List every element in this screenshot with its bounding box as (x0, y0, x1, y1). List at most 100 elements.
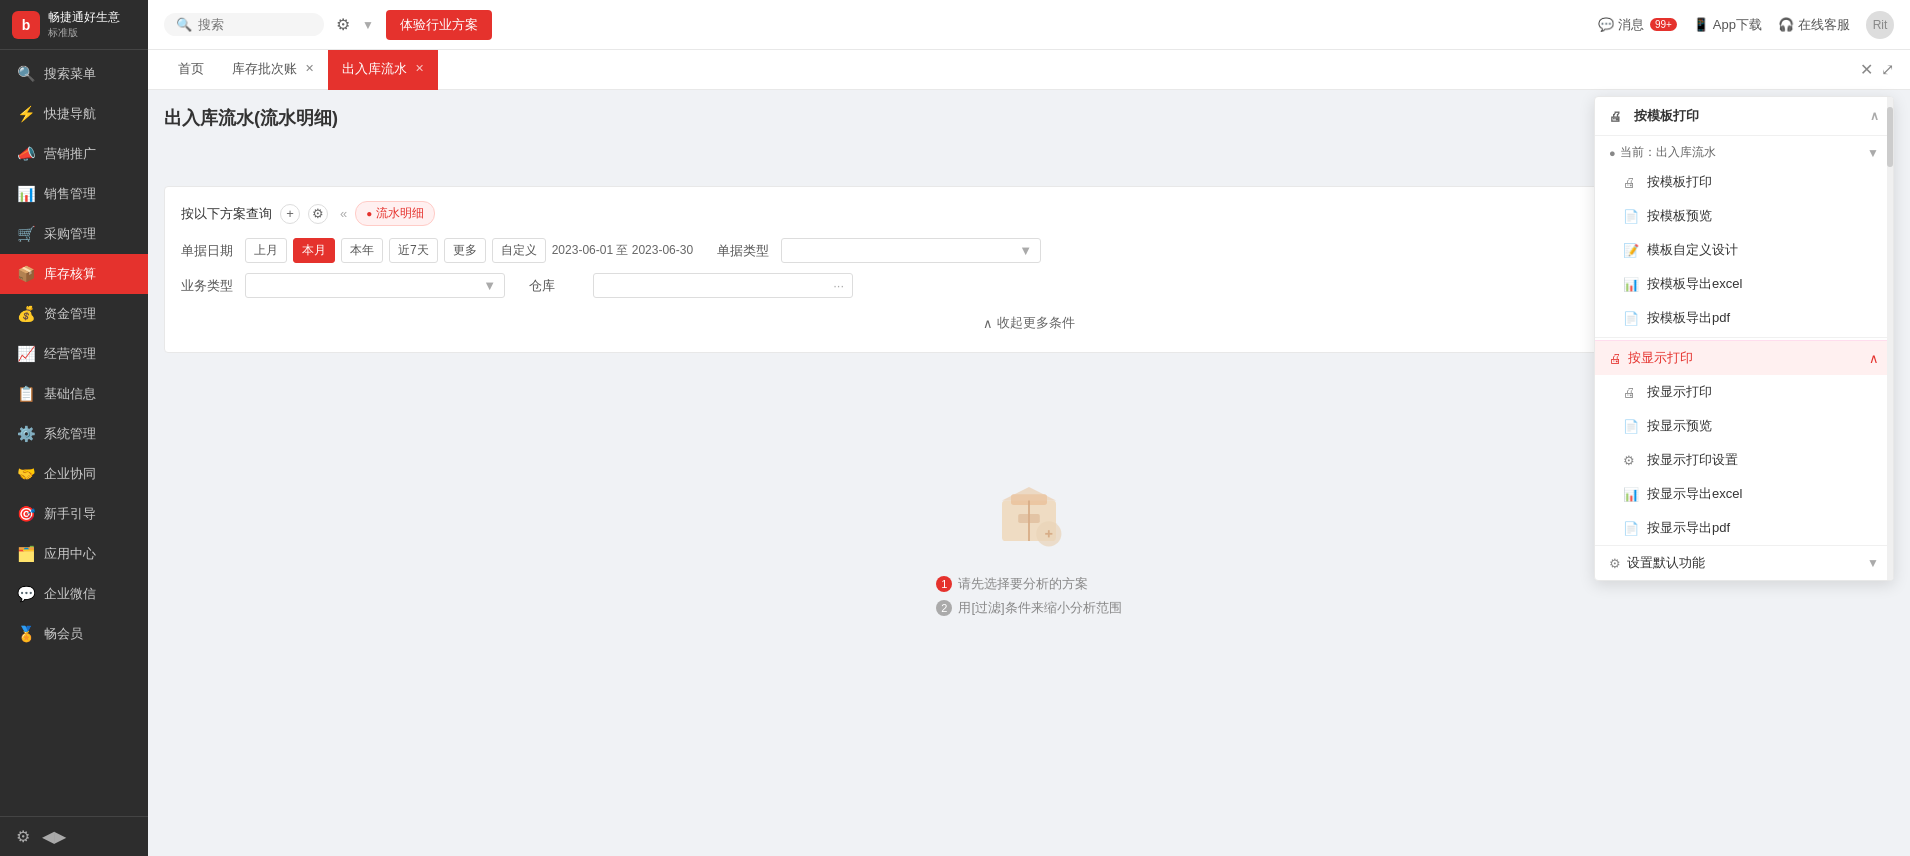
scheme-tag-label: 流水明细 (376, 205, 424, 222)
tab-home[interactable]: 首页 (164, 50, 218, 90)
window-close-icon[interactable]: ✕ (1860, 60, 1873, 79)
sidebar-item-weixin[interactable]: 💬 企业微信 (0, 574, 148, 614)
settings-icon[interactable]: ⚙ (16, 827, 30, 846)
scrollbar-thumb[interactable] (1887, 107, 1893, 167)
display-print-icon: 🖨 (1623, 385, 1639, 400)
display-pdf-icon: 📄 (1623, 521, 1639, 536)
template-pdf-label: 按模板导出pdf (1647, 309, 1730, 327)
warehouse-label: 仓库 (529, 277, 585, 295)
dropdown-divider (1595, 337, 1893, 338)
dropdown-item-template-custom[interactable]: 📝 模板自定义设计 (1595, 233, 1893, 267)
tab-home-label: 首页 (178, 60, 204, 78)
topbar-avatar[interactable]: Rit (1866, 11, 1894, 39)
sidebar-item-label: 库存核算 (44, 265, 96, 283)
app-download-label: App下载 (1713, 16, 1762, 34)
system-icon: ⚙️ (16, 424, 36, 444)
collapse-label: 收起更多条件 (997, 314, 1075, 332)
sidebar-item-guide[interactable]: 🎯 新手引导 (0, 494, 148, 534)
topbar-gear-icon[interactable]: ⚙ (336, 15, 350, 34)
app-center-icon: 🗂️ (16, 544, 36, 564)
date-range-text: 2023-06-01 至 2023-06-30 (552, 242, 693, 259)
sidebar-item-label: 销售管理 (44, 185, 96, 203)
date-btn-7days[interactable]: 近7天 (389, 238, 438, 263)
sidebar-item-sales[interactable]: 📊 销售管理 (0, 174, 148, 214)
sidebar-item-quick-nav[interactable]: ⚡ 快捷导航 (0, 94, 148, 134)
svg-marker-2 (1002, 487, 1056, 501)
tab-window-btns: ✕ ⤢ (1860, 60, 1894, 79)
dropdown-item-display-print[interactable]: 🖨 按显示打印 (1595, 375, 1893, 409)
topbar-search[interactable]: 🔍 (164, 13, 324, 36)
collapse-sidebar-icon[interactable]: ◀▶ (42, 827, 66, 846)
purchase-icon: 🛒 (16, 224, 36, 244)
display-excel-icon: 📊 (1623, 487, 1639, 502)
sidebar-item-app-center[interactable]: 🗂️ 应用中心 (0, 534, 148, 574)
scheme-tag[interactable]: ● 流水明细 (355, 201, 435, 226)
topbar-actions: 💬 消息 99+ 📱 App下载 🎧 在线客服 Rit (1598, 11, 1894, 39)
sidebar-item-finance[interactable]: 💰 资金管理 (0, 294, 148, 334)
dropdown-display-section-title[interactable]: 🖨 按显示打印 ∧ (1595, 340, 1893, 375)
sidebar-logo: b 畅捷通好生意 标准版 (0, 0, 148, 50)
warehouse-field: 仓库 ··· (529, 273, 853, 298)
collapse-left-icon[interactable]: « (340, 206, 347, 221)
dropdown-item-display-pdf[interactable]: 📄 按显示导出pdf (1595, 511, 1893, 545)
topbar-online-service[interactable]: 🎧 在线客服 (1778, 16, 1850, 34)
dropdown-item-template-excel[interactable]: 📊 按模板导出excel (1595, 267, 1893, 301)
tab-flow-close[interactable]: ✕ (415, 62, 424, 75)
dropdown-item-template-preview[interactable]: 📄 按模板预览 (1595, 199, 1893, 233)
current-label: 当前：出入库流水 (1620, 144, 1716, 161)
sidebar-item-member[interactable]: 🏅 畅会员 (0, 614, 148, 654)
app-logo-icon: b (12, 11, 40, 39)
dropdown-item-display-excel[interactable]: 📊 按显示导出excel (1595, 477, 1893, 511)
display-print-section-icon: 🖨 (1609, 351, 1622, 366)
step-num-2: 2 (936, 600, 952, 616)
empty-step-1-text: 请先选择要分析的方案 (958, 575, 1088, 593)
sidebar-nav: 🔍 搜索菜单 ⚡ 快捷导航 📣 营销推广 📊 销售管理 🛒 采购管理 📦 库存核… (0, 50, 148, 816)
sidebar-item-operations[interactable]: 📈 经营管理 (0, 334, 148, 374)
sidebar-item-search-menu[interactable]: 🔍 搜索菜单 (0, 54, 148, 94)
dropdown-footer[interactable]: ⚙ 设置默认功能 ▼ (1595, 545, 1893, 580)
sidebar-item-purchase[interactable]: 🛒 采购管理 (0, 214, 148, 254)
sidebar-item-system[interactable]: ⚙️ 系统管理 (0, 414, 148, 454)
inventory-icon: 📦 (16, 264, 36, 284)
sidebar-item-label: 快捷导航 (44, 105, 96, 123)
dropdown-item-template-pdf[interactable]: 📄 按模板导出pdf (1595, 301, 1893, 335)
bill-type-select[interactable]: ▼ (781, 238, 1041, 263)
tabbar: 首页 库存批次账 ✕ 出入库流水 ✕ ✕ ⤢ (148, 50, 1910, 90)
sidebar-item-marketing[interactable]: 📣 营销推广 (0, 134, 148, 174)
sidebar-item-basic[interactable]: 📋 基础信息 (0, 374, 148, 414)
warehouse-dots-icon: ··· (833, 278, 844, 293)
condition-settings-btn[interactable]: ⚙ (308, 204, 328, 224)
sidebar-item-cooperation[interactable]: 🤝 企业协同 (0, 454, 148, 494)
search-input[interactable] (198, 17, 298, 32)
bill-type-field: 单据类型 ▼ (717, 238, 1041, 263)
tab-batch-close[interactable]: ✕ (305, 62, 314, 75)
industry-btn[interactable]: 体验行业方案 (386, 10, 492, 40)
topbar-message[interactable]: 💬 消息 99+ (1598, 16, 1677, 34)
date-btn-this-year[interactable]: 本年 (341, 238, 383, 263)
date-btn-more[interactable]: 更多 (444, 238, 486, 263)
date-btn-last-month[interactable]: 上月 (245, 238, 287, 263)
bill-type-label: 单据类型 (717, 242, 773, 260)
dropdown-item-display-settings[interactable]: ⚙ 按显示打印设置 (1595, 443, 1893, 477)
tab-batch[interactable]: 库存批次账 ✕ (218, 50, 328, 90)
dropdown-item-display-preview[interactable]: 📄 按显示预览 (1595, 409, 1893, 443)
business-type-label: 业务类型 (181, 277, 237, 295)
dropdown-footer-label: 设置默认功能 (1627, 554, 1705, 572)
sidebar-item-label: 资金管理 (44, 305, 96, 323)
window-maximize-icon[interactable]: ⤢ (1881, 60, 1894, 79)
topbar-app-download[interactable]: 📱 App下载 (1693, 16, 1762, 34)
sidebar-item-label: 企业协同 (44, 465, 96, 483)
business-type-field: 业务类型 ▼ (181, 273, 505, 298)
date-btn-custom[interactable]: 自定义 (492, 238, 546, 263)
business-type-select[interactable]: ▼ (245, 273, 505, 298)
add-condition-btn[interactable]: + (280, 204, 300, 224)
tab-flow[interactable]: 出入库流水 ✕ (328, 50, 438, 90)
date-btn-this-month[interactable]: 本月 (293, 238, 335, 263)
search-header-label: 按以下方案查询 (181, 205, 272, 223)
template-preview-icon: 📄 (1623, 209, 1639, 224)
sidebar-item-inventory[interactable]: 📦 库存核算 (0, 254, 148, 294)
dropdown-item-template-print[interactable]: 🖨 按模板打印 (1595, 165, 1893, 199)
warehouse-select[interactable]: ··· (593, 273, 853, 298)
dropdown-panel: 🖨 按模板打印 ∧ ● 当前：出入库流水 ▼ 🖨 按模板打印 📄 按模板预览 (1594, 96, 1894, 581)
date-filter: 上月 本月 本年 近7天 更多 自定义 2023-06-01 至 2023-06… (245, 238, 693, 263)
